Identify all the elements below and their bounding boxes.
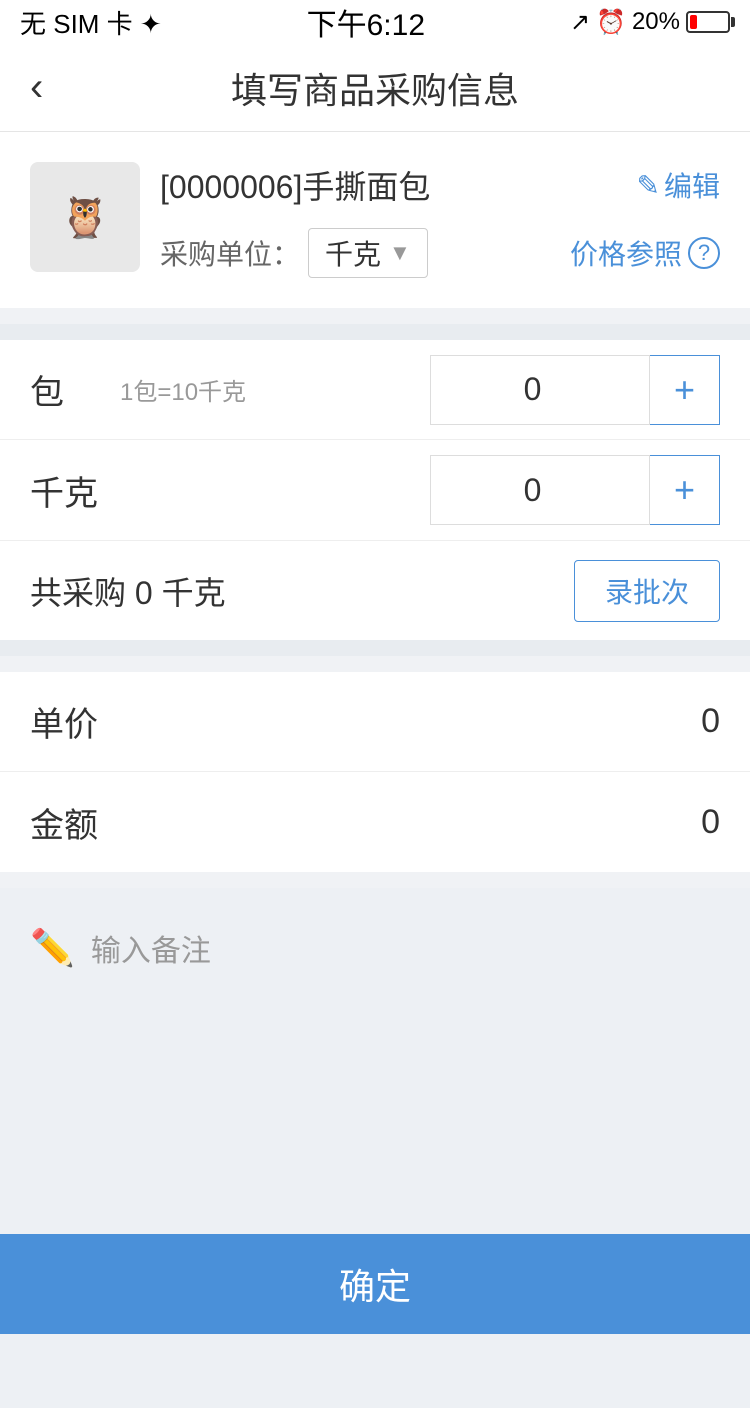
- product-name: [0000006]手撕面包: [160, 162, 430, 208]
- page-title: 填写商品采购信息: [231, 62, 519, 114]
- batch-button[interactable]: 录批次: [574, 560, 720, 622]
- chevron-down-icon: ▼: [389, 240, 411, 266]
- kg-row: 千克 +: [0, 440, 750, 540]
- kg-label: 千克: [30, 466, 110, 515]
- quantity-section: 包 1包=10千克 + 千克 +: [0, 340, 750, 540]
- battery-percent: 20%: [632, 8, 680, 36]
- kg-input[interactable]: [430, 455, 650, 525]
- kg-input-right: +: [430, 455, 720, 525]
- remark-placeholder: 输入备注: [91, 926, 211, 970]
- alarm-icon: ⏰: [596, 8, 626, 37]
- product-thumb-icon: 🦉: [60, 194, 110, 241]
- bag-input-right: +: [430, 355, 720, 425]
- unit-price-row: 单价 0: [0, 672, 750, 772]
- price-ref-button[interactable]: 价格参照 ?: [570, 233, 720, 273]
- sim-status: 无 SIM 卡 ✦: [20, 4, 162, 41]
- question-icon: ?: [688, 237, 720, 269]
- bag-plus-button[interactable]: +: [650, 355, 720, 425]
- product-info: [0000006]手撕面包 ✎ 编辑 采购单位： 千克 ▼ 价格参照 ?: [160, 162, 720, 278]
- bag-hint: 1包=10千克: [120, 372, 430, 407]
- amount-value: 0: [701, 803, 720, 842]
- status-right: ↗ ⏰ 20%: [570, 8, 730, 37]
- amount-row: 金额 0: [0, 772, 750, 872]
- bag-input[interactable]: [430, 355, 650, 425]
- battery-icon: [686, 11, 730, 33]
- remark-section[interactable]: ✏️ 输入备注: [0, 888, 750, 1008]
- status-time: 下午6:12: [307, 0, 425, 44]
- bag-row: 包 1包=10千克 +: [0, 340, 750, 440]
- kg-plus-button[interactable]: +: [650, 455, 720, 525]
- amount-label: 金额: [30, 798, 98, 847]
- unit-select[interactable]: 千克 ▼: [308, 228, 428, 278]
- summary-text: 共采购 0 千克: [30, 568, 574, 614]
- summary-row: 共采购 0 千克 录批次: [0, 540, 750, 640]
- separator-2: [0, 640, 750, 656]
- edit-link[interactable]: ✎ 编辑: [637, 165, 720, 205]
- pencil-icon: ✏️: [30, 927, 75, 969]
- confirm-button[interactable]: 确定: [0, 1234, 750, 1334]
- edit-icon: ✎: [637, 169, 660, 202]
- back-button[interactable]: ‹: [30, 55, 63, 120]
- unit-label: 采购单位：: [160, 233, 300, 273]
- price-ref-label: 价格参照: [570, 233, 682, 273]
- bag-label: 包: [30, 365, 110, 414]
- price-section: 单价 0 金额 0: [0, 672, 750, 872]
- location-icon: ↗: [570, 8, 590, 37]
- unit-price-value: 0: [701, 702, 720, 741]
- status-bar: 无 SIM 卡 ✦ 下午6:12 ↗ ⏰ 20%: [0, 0, 750, 44]
- status-left: 无 SIM 卡 ✦: [20, 4, 162, 41]
- content-background: [0, 1008, 750, 1408]
- product-card: 🦉 [0000006]手撕面包 ✎ 编辑 采购单位： 千克 ▼ 价格参照 ?: [0, 132, 750, 308]
- edit-label[interactable]: 编辑: [664, 165, 720, 205]
- unit-price-label: 单价: [30, 697, 98, 746]
- separator-1: [0, 324, 750, 340]
- product-thumbnail: 🦉: [30, 162, 140, 272]
- unit-value: 千克: [325, 233, 381, 273]
- nav-bar: ‹ 填写商品采购信息: [0, 44, 750, 132]
